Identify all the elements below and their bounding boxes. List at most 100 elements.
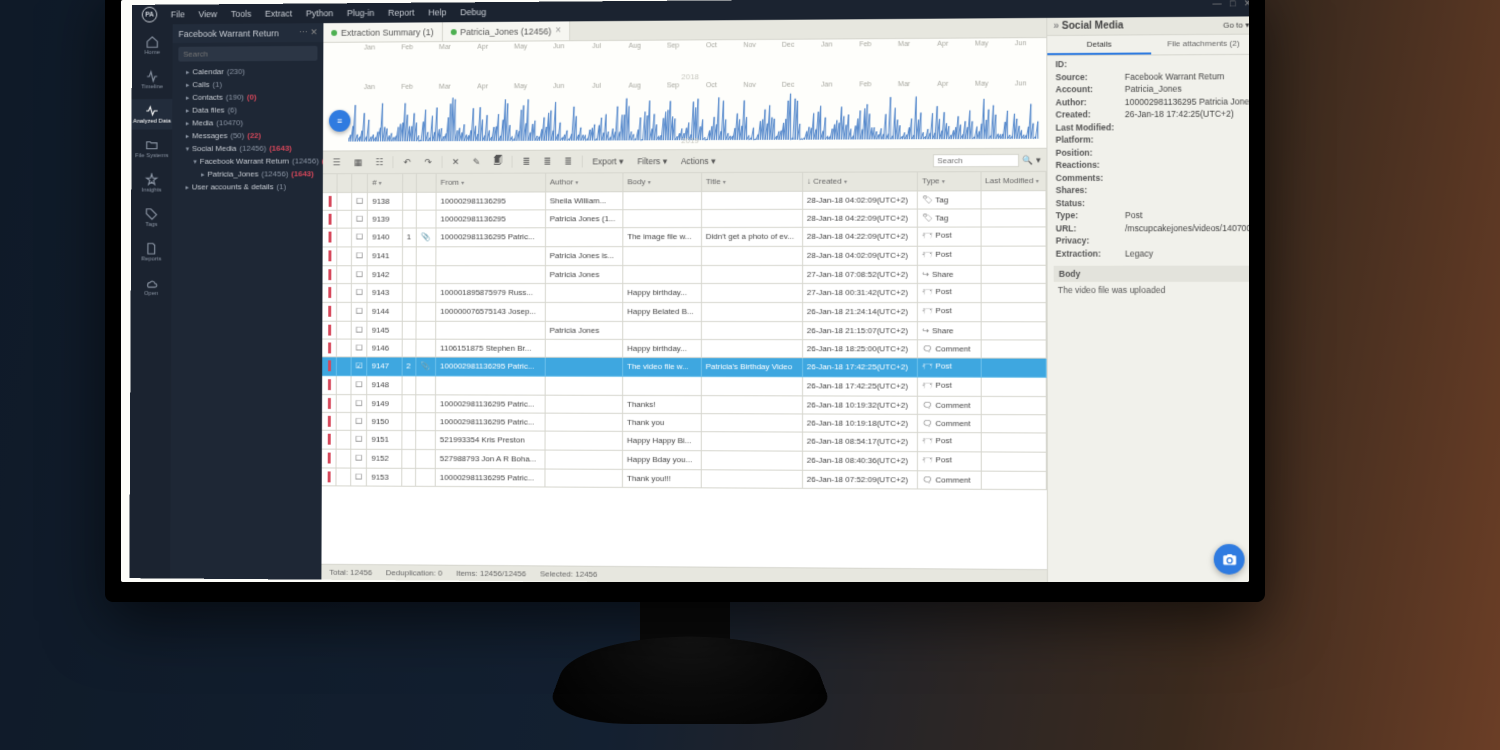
screenshot-fab-button[interactable]	[1214, 544, 1245, 575]
content-tab[interactable]: Patricia_Jones (12456)×	[442, 21, 570, 41]
status-items: Items: 12456/12456	[456, 569, 526, 579]
detail-key: Status:	[1056, 197, 1121, 207]
detail-value: 100002981136295 Patricia Jones	[1125, 96, 1249, 107]
rail-insights[interactable]: Insights	[131, 168, 172, 199]
tree-node[interactable]: ▾Social Media (12456) (1643)	[172, 142, 323, 155]
tab-file-attachments[interactable]: File attachments (2)	[1151, 35, 1249, 55]
column-header[interactable]: ↓ Created ▾	[802, 172, 917, 190]
tree-node[interactable]: ▸Calls (1)	[172, 77, 323, 91]
menu-report[interactable]: Report	[388, 8, 415, 18]
rail-file-systems[interactable]: File Systems	[131, 133, 172, 164]
column-header[interactable]: Type ▾	[918, 172, 981, 190]
tree-node[interactable]: ▾Facebook Warrant Return (12456) (1643)	[172, 154, 323, 167]
table-row[interactable]: ☐ 9145 Patricia Jones 26-Jan-18 21:15:07…	[322, 321, 1046, 340]
menu-extract[interactable]: Extract	[265, 9, 292, 19]
menu-file[interactable]: File	[171, 9, 185, 19]
detail-key: ID:	[1055, 59, 1120, 69]
tree-node[interactable]: ▸Patricia_Jones (12456) (1643)	[172, 167, 323, 180]
goto-button[interactable]: Go to ▾	[1223, 20, 1249, 29]
rail-open[interactable]: Open	[131, 271, 172, 302]
table-row[interactable]: ☐ 9138 100002981136295 Sheila William...…	[323, 190, 1046, 210]
tree-node[interactable]: ▸Data files (6)	[172, 103, 323, 117]
tool-redo-icon[interactable]: ↷	[420, 156, 435, 169]
table-row[interactable]: ☐ 9142 Patricia Jones 27-Jan-18 07:08:52…	[322, 265, 1046, 283]
tree-node[interactable]: ▸Contacts (190) (0)	[172, 90, 323, 104]
detail-key: Last Modified:	[1056, 122, 1121, 132]
table-row[interactable]: ☐ 9144 100000076575143 Josep... Happy Be…	[322, 302, 1046, 321]
table-row[interactable]: ☐ 9139 100002981136295 Patricia Jones (1…	[323, 208, 1046, 227]
detail-value	[1125, 146, 1249, 157]
table-row[interactable]: ☐ 9141 Patricia Jones is... 28-Jan-18 04…	[323, 246, 1047, 266]
search-options-icon[interactable]: ▾	[1036, 154, 1040, 165]
menu-help[interactable]: Help	[428, 7, 446, 17]
column-header[interactable]: # ▾	[368, 174, 403, 192]
tree-menu-icon[interactable]: ⋯ ✕	[299, 27, 318, 38]
tool-list2-icon[interactable]: ≣	[540, 155, 555, 168]
export-button[interactable]: Export ▾	[588, 155, 627, 168]
column-header[interactable]	[323, 174, 337, 192]
rail-home[interactable]: Home	[132, 30, 173, 61]
menu-python[interactable]: Python	[306, 8, 333, 18]
actions-button[interactable]: Actions ▾	[677, 155, 719, 168]
window-controls[interactable]: —□✕	[1212, 0, 1249, 10]
table-row[interactable]: ☑ 9147 2 📎 100002981136295 Patric... The…	[322, 356, 1046, 376]
main-panel: Extraction Summary (1)Patricia_Jones (12…	[321, 18, 1047, 582]
column-header[interactable]: Title ▾	[701, 173, 802, 191]
detail-key: Source:	[1055, 71, 1120, 81]
detail-value: Patricia_Jones	[1125, 83, 1249, 94]
column-header[interactable]	[337, 174, 351, 192]
tool-list3-icon[interactable]: ≣	[561, 155, 576, 168]
detail-value: /mscupcakejones/videos/1407002159409142/	[1125, 222, 1249, 232]
rail-tags[interactable]: Tags	[131, 202, 172, 233]
table-row[interactable]: ☐ 9149 100002981136295 Patric... Thanks!…	[322, 394, 1046, 414]
content-tab[interactable]: Extraction Summary (1)	[323, 22, 442, 42]
table-row[interactable]: ☐ 9146 1106151875 Stephen Br... Happy bi…	[322, 339, 1046, 358]
tree-search-input[interactable]	[178, 46, 317, 62]
details-title: Social Media	[1062, 20, 1124, 32]
detail-value: Post	[1125, 210, 1249, 220]
menu-view[interactable]: View	[198, 9, 217, 19]
status-total: Total: 12456	[329, 568, 372, 577]
table-row[interactable]: ☐ 9153 100002981136295 Patric... Thank y…	[322, 467, 1047, 489]
rail-timeline[interactable]: Timeline	[132, 65, 173, 96]
menu-tools[interactable]: Tools	[231, 9, 251, 19]
menu-debug[interactable]: Debug	[460, 7, 486, 17]
column-header[interactable]	[402, 174, 416, 192]
column-header[interactable]: Body ▾	[623, 173, 701, 191]
grid-toolbar: ☰ ▦ ☷ ↶ ↷ ✕ ✎ 🗐 ≣ ≣ ≣ Export ▾ Filters ▾…	[323, 149, 1047, 174]
timeline-fab-button[interactable]: ≡	[329, 110, 351, 132]
tree-node[interactable]: ▸Messages (50) (22)	[172, 129, 323, 142]
table-row[interactable]: ☐ 9140 1 📎 100002981136295 Patric... The…	[323, 226, 1046, 246]
column-header[interactable]: Author ▾	[545, 173, 623, 191]
tool-copy-icon[interactable]: 🗐	[490, 154, 506, 170]
column-header[interactable]: Last Modified ▾	[981, 172, 1046, 190]
detail-value	[1125, 58, 1249, 69]
tool-table-icon[interactable]: ☰	[329, 156, 344, 169]
search-icon[interactable]: 🔍	[1022, 154, 1033, 165]
tree-node[interactable]: ▸User accounts & details (1)	[172, 180, 323, 193]
tool-close-icon[interactable]: ✕	[448, 155, 463, 168]
detail-key: Privacy:	[1056, 235, 1121, 245]
data-grid[interactable]: # ▾ From ▾Author ▾Body ▾Title ▾↓ Created …	[321, 172, 1046, 569]
tab-details[interactable]: Details	[1047, 35, 1151, 55]
column-header[interactable]: From ▾	[436, 174, 545, 192]
tool-list1-icon[interactable]: ≣	[519, 155, 534, 168]
tool-edit-icon[interactable]: ✎	[469, 155, 484, 168]
rail-analyzed-data[interactable]: Analyzed Data	[132, 99, 173, 130]
tree-node[interactable]: ▸Calendar (230)	[172, 65, 323, 79]
tree-node[interactable]: ▸Media (10470)	[172, 116, 323, 130]
detail-value: 26-Jan-18 17:42:25(UTC+2)	[1125, 108, 1249, 119]
column-header[interactable]	[351, 174, 368, 192]
filters-button[interactable]: Filters ▾	[633, 155, 671, 168]
grid-search-input[interactable]	[933, 153, 1019, 166]
menu-plugin[interactable]: Plug-in	[347, 8, 374, 18]
column-header[interactable]	[417, 174, 436, 192]
tool-undo-icon[interactable]: ↶	[400, 156, 415, 169]
details-panel: » Social Media Go to ▾ Details File atta…	[1046, 16, 1249, 582]
tool-view-icon[interactable]: ☷	[372, 156, 387, 169]
table-row[interactable]: ☐ 9148 26-Jan-18 17:42:25(UTC+2) 🖅Post	[322, 375, 1046, 396]
tool-card-icon[interactable]: ▦	[350, 156, 366, 169]
timeline-chart[interactable]: JanFebMarAprMayJunJulAugSepOctNovDecJanF…	[323, 38, 1046, 151]
rail-reports[interactable]: Reports	[131, 237, 172, 268]
table-row[interactable]: ☐ 9143 100001895875979 Russ... Happy bir…	[322, 283, 1046, 302]
